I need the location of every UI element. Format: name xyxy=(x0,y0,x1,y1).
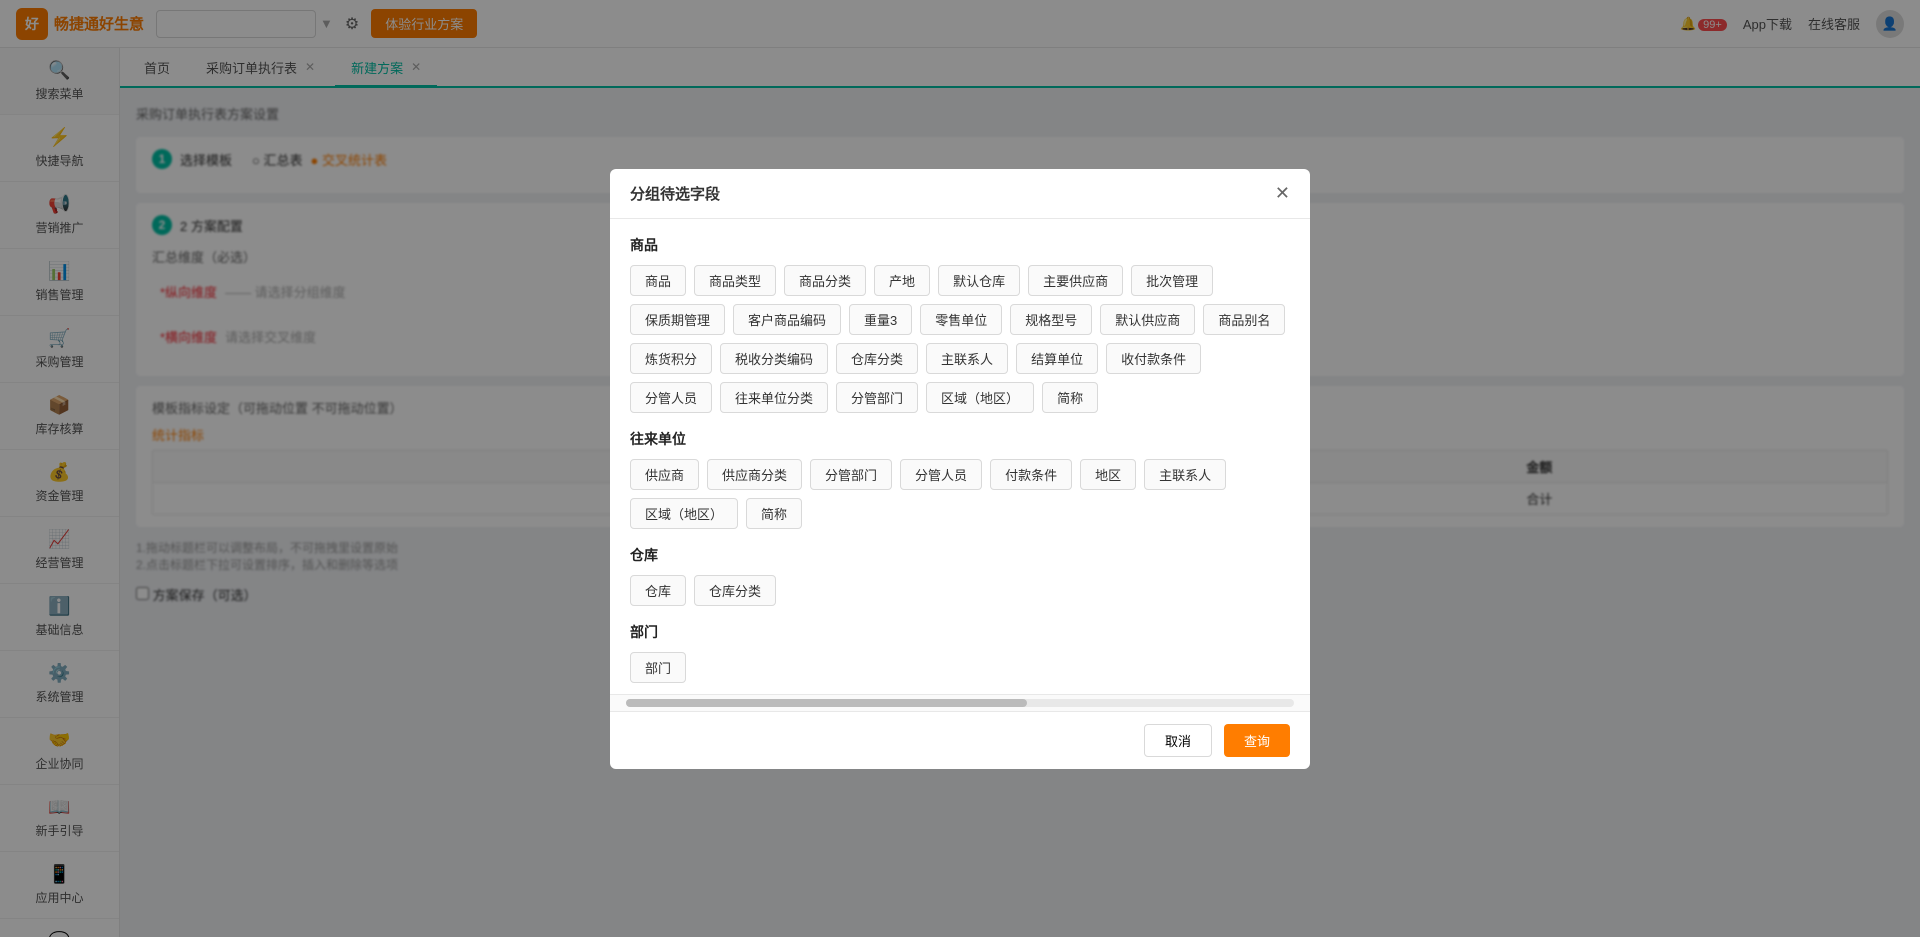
section-warehouse: 仓库 仓库 仓库分类 xyxy=(630,545,1290,606)
section-department: 部门 部门 xyxy=(630,622,1290,683)
confirm-button[interactable]: 查询 xyxy=(1224,724,1290,757)
field-tag-product-alias[interactable]: 商品别名 xyxy=(1203,304,1285,335)
field-tag-main-contact-cp[interactable]: 主联系人 xyxy=(1144,459,1226,490)
field-tag-product-product[interactable]: 商品 xyxy=(630,265,686,296)
field-tag-payment-cond[interactable]: 付款条件 xyxy=(990,459,1072,490)
modal-scrollbar-area[interactable] xyxy=(610,694,1310,711)
field-tag-main-contact[interactable]: 主联系人 xyxy=(926,343,1008,374)
section-title-department: 部门 xyxy=(630,622,1290,642)
field-tag-tax-code[interactable]: 税收分类编码 xyxy=(720,343,828,374)
modal-close-icon[interactable]: ✕ xyxy=(1275,183,1290,204)
field-tags-department: 部门 xyxy=(630,652,1290,683)
section-title-counterpart: 往来单位 xyxy=(630,429,1290,449)
field-tag-product-type[interactable]: 商品类型 xyxy=(694,265,776,296)
field-tag-settlement-unit[interactable]: 结算单位 xyxy=(1016,343,1098,374)
modal-footer: 取消 查询 xyxy=(610,711,1310,769)
field-tag-supplier-category[interactable]: 供应商分类 xyxy=(707,459,802,490)
horizontal-scrollbar[interactable] xyxy=(626,699,1294,707)
field-tag-product-category[interactable]: 商品分类 xyxy=(784,265,866,296)
section-title-warehouse: 仓库 xyxy=(630,545,1290,565)
modal-title: 分组待选字段 xyxy=(630,183,720,204)
field-tag-product-origin[interactable]: 产地 xyxy=(874,265,930,296)
field-tag-warehouse-cat[interactable]: 仓库分类 xyxy=(694,575,776,606)
field-tag-short-name-cp[interactable]: 简称 xyxy=(746,498,802,529)
field-tag-dept-manage[interactable]: 分管部门 xyxy=(836,382,918,413)
field-tag-warehouse[interactable]: 仓库 xyxy=(630,575,686,606)
modal-header: 分组待选字段 ✕ xyxy=(610,169,1310,219)
scrollbar-thumb xyxy=(626,699,1027,707)
field-tag-supplier[interactable]: 供应商 xyxy=(630,459,699,490)
field-tag-supervisor[interactable]: 分管人员 xyxy=(630,382,712,413)
section-title-product: 商品 xyxy=(630,235,1290,255)
field-tag-spec-model[interactable]: 规格型号 xyxy=(1010,304,1092,335)
field-tag-default-warehouse[interactable]: 默认仓库 xyxy=(938,265,1020,296)
field-tag-batch-mgmt[interactable]: 批次管理 xyxy=(1131,265,1213,296)
cancel-button[interactable]: 取消 xyxy=(1144,724,1212,757)
field-tag-weight3[interactable]: 重量3 xyxy=(849,304,912,335)
field-tag-refine-points[interactable]: 炼货积分 xyxy=(630,343,712,374)
field-tag-warehouse-category[interactable]: 仓库分类 xyxy=(836,343,918,374)
section-product: 商品 商品 商品类型 商品分类 产地 默认仓库 主要供应商 批次管理 保质期管理… xyxy=(630,235,1290,413)
field-tag-default-supplier[interactable]: 默认供应商 xyxy=(1100,304,1195,335)
field-tag-short-name[interactable]: 简称 xyxy=(1042,382,1098,413)
modal-overlay: 分组待选字段 ✕ 商品 商品 商品类型 商品分类 产地 默认仓库 主要供应商 批… xyxy=(0,0,1920,937)
field-tag-personnel[interactable]: 分管人员 xyxy=(900,459,982,490)
modal-dialog: 分组待选字段 ✕ 商品 商品 商品类型 商品分类 产地 默认仓库 主要供应商 批… xyxy=(610,169,1310,769)
field-tags-warehouse: 仓库 仓库分类 xyxy=(630,575,1290,606)
field-tag-retail-unit[interactable]: 零售单位 xyxy=(920,304,1002,335)
field-tag-district[interactable]: 地区 xyxy=(1080,459,1136,490)
modal-body: 商品 商品 商品类型 商品分类 产地 默认仓库 主要供应商 批次管理 保质期管理… xyxy=(610,219,1310,694)
section-counterpart: 往来单位 供应商 供应商分类 分管部门 分管人员 付款条件 地区 主联系人 区域… xyxy=(630,429,1290,529)
field-tag-expiry-mgmt[interactable]: 保质期管理 xyxy=(630,304,725,335)
field-tag-region[interactable]: 区域（地区） xyxy=(926,382,1034,413)
field-tag-customer-code[interactable]: 客户商品编码 xyxy=(733,304,841,335)
field-tags-counterpart: 供应商 供应商分类 分管部门 分管人员 付款条件 地区 主联系人 区域（地区） … xyxy=(630,459,1290,529)
field-tag-dept[interactable]: 分管部门 xyxy=(810,459,892,490)
field-tag-department[interactable]: 部门 xyxy=(630,652,686,683)
field-tags-product: 商品 商品类型 商品分类 产地 默认仓库 主要供应商 批次管理 保质期管理 客户… xyxy=(630,265,1290,413)
field-tag-main-supplier[interactable]: 主要供应商 xyxy=(1028,265,1123,296)
field-tag-counterpart-category[interactable]: 往来单位分类 xyxy=(720,382,828,413)
field-tag-region-cp[interactable]: 区域（地区） xyxy=(630,498,738,529)
field-tag-payment-terms[interactable]: 收付款条件 xyxy=(1106,343,1201,374)
